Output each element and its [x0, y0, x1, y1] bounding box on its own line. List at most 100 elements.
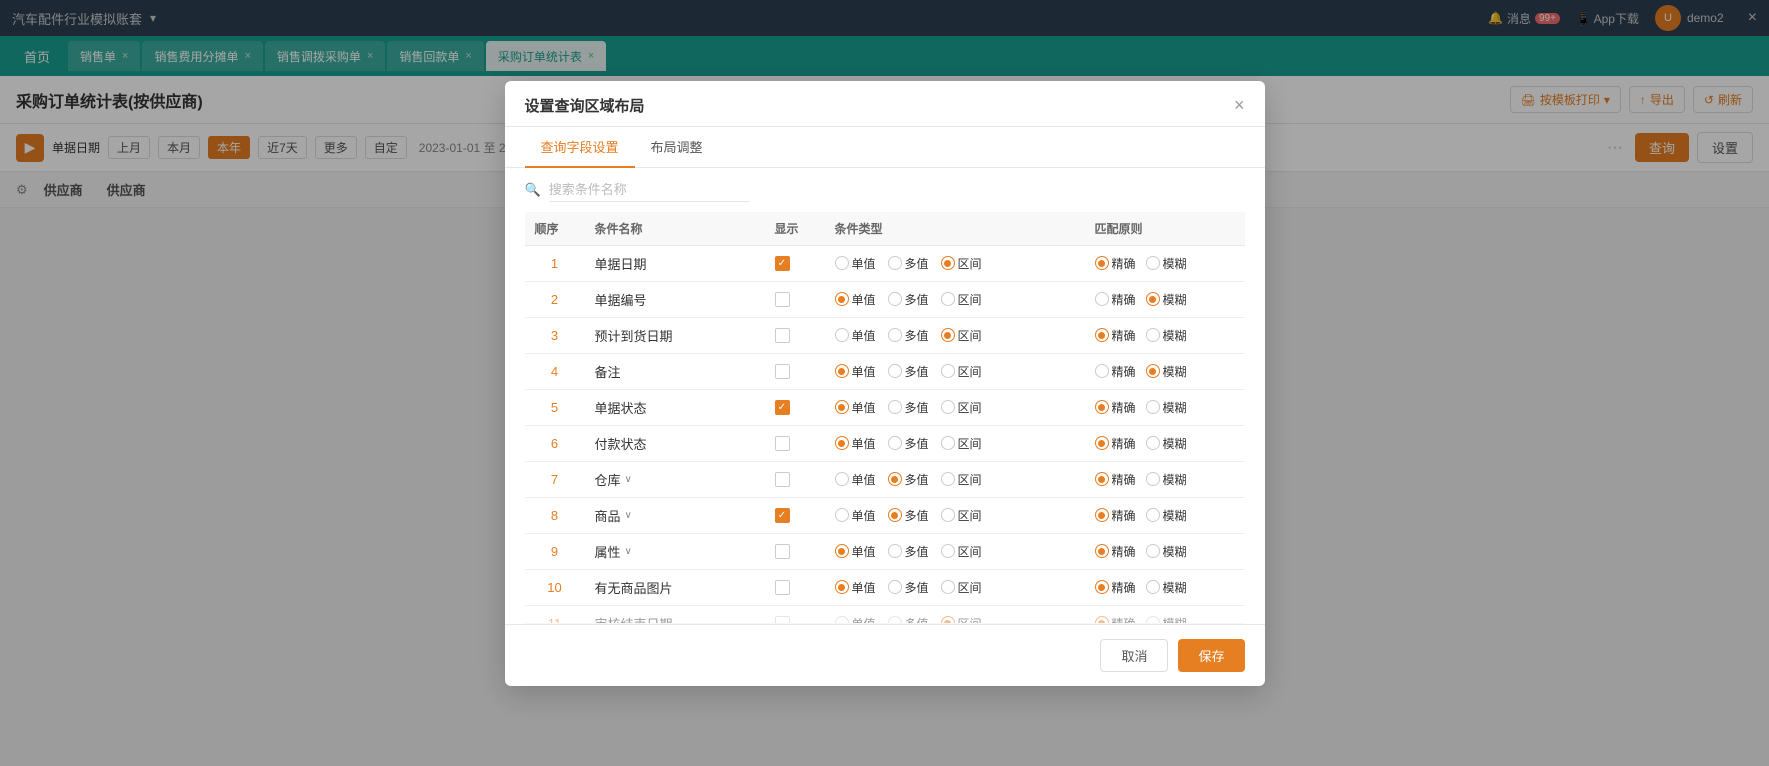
radio-single[interactable]: 单值	[835, 363, 876, 380]
radio-single[interactable]: 单值	[835, 615, 876, 624]
table-row: 2 单据编号 单值 多值	[525, 282, 1245, 318]
radio-single[interactable]: 单值	[835, 507, 876, 524]
radio-multi[interactable]: 多值	[888, 255, 929, 272]
show-checkbox[interactable]	[775, 616, 790, 624]
match-fuzzy[interactable]: 模糊	[1146, 291, 1187, 308]
radio-dot	[835, 364, 849, 378]
radio-single[interactable]: 单值	[835, 579, 876, 596]
radio-single[interactable]: 单值	[835, 399, 876, 416]
show-checkbox[interactable]	[775, 508, 790, 523]
match-precise[interactable]: 精确	[1095, 255, 1136, 272]
row-show[interactable]	[765, 284, 825, 315]
radio-multi[interactable]: 多值	[888, 363, 929, 380]
row-order: 1	[525, 248, 585, 279]
radio-dot	[1095, 292, 1109, 306]
search-input[interactable]	[549, 178, 749, 202]
match-precise[interactable]: 精确	[1095, 543, 1136, 560]
match-precise[interactable]: 精确	[1095, 579, 1136, 596]
radio-multi[interactable]: 多值	[888, 435, 929, 452]
row-show[interactable]	[765, 572, 825, 603]
radio-dot	[835, 328, 849, 342]
match-fuzzy[interactable]: 模糊	[1146, 435, 1187, 452]
radio-dot	[888, 292, 902, 306]
row-show[interactable]	[765, 320, 825, 351]
radio-range[interactable]: 区间	[941, 615, 982, 624]
radio-single[interactable]: 单值	[835, 471, 876, 488]
match-fuzzy[interactable]: 模糊	[1146, 543, 1187, 560]
table-row: 5 单据状态 单值 多值	[525, 390, 1245, 426]
row-show[interactable]	[765, 608, 825, 624]
tab-query-fields[interactable]: 查询字段设置	[525, 127, 635, 168]
dialog-close-button[interactable]: ×	[1234, 96, 1245, 114]
radio-single[interactable]: 单值	[835, 291, 876, 308]
radio-range[interactable]: 区间	[941, 291, 982, 308]
radio-multi[interactable]: 多值	[888, 327, 929, 344]
radio-multi[interactable]: 多值	[888, 399, 929, 416]
radio-dot	[941, 436, 955, 450]
radio-range[interactable]: 区间	[941, 399, 982, 416]
radio-range[interactable]: 区间	[941, 543, 982, 560]
col-type: 条件类型	[825, 212, 1085, 245]
radio-range[interactable]: 区间	[941, 435, 982, 452]
show-checkbox[interactable]	[775, 364, 790, 379]
radio-multi[interactable]: 多值	[888, 579, 929, 596]
row-show[interactable]	[765, 248, 825, 279]
match-fuzzy[interactable]: 模糊	[1146, 471, 1187, 488]
match-fuzzy[interactable]: 模糊	[1146, 615, 1187, 624]
match-fuzzy[interactable]: 模糊	[1146, 363, 1187, 380]
condition-type-group: 单值 多值 区间	[835, 579, 982, 596]
show-checkbox[interactable]	[775, 256, 790, 271]
match-precise[interactable]: 精确	[1095, 435, 1136, 452]
show-checkbox[interactable]	[775, 436, 790, 451]
row-show[interactable]	[765, 428, 825, 459]
match-precise[interactable]: 精确	[1095, 507, 1136, 524]
match-fuzzy[interactable]: 模糊	[1146, 507, 1187, 524]
match-precise[interactable]: 精确	[1095, 615, 1136, 624]
radio-range[interactable]: 区间	[941, 363, 982, 380]
row-show[interactable]	[765, 464, 825, 495]
tab-layout-adjust[interactable]: 布局调整	[635, 127, 719, 168]
radio-multi[interactable]: 多值	[888, 507, 929, 524]
show-checkbox[interactable]	[775, 544, 790, 559]
show-checkbox[interactable]	[775, 400, 790, 415]
cancel-button[interactable]: 取消	[1100, 639, 1168, 672]
show-checkbox[interactable]	[775, 328, 790, 343]
radio-range[interactable]: 区间	[941, 471, 982, 488]
row-show[interactable]	[765, 500, 825, 531]
row-name: 属性 ∨	[585, 534, 765, 569]
radio-range[interactable]: 区间	[941, 507, 982, 524]
radio-range[interactable]: 区间	[941, 255, 982, 272]
radio-dot	[1095, 436, 1109, 450]
match-fuzzy[interactable]: 模糊	[1146, 579, 1187, 596]
match-fuzzy[interactable]: 模糊	[1146, 399, 1187, 416]
save-button[interactable]: 保存	[1178, 639, 1244, 672]
radio-dot	[941, 328, 955, 342]
show-checkbox[interactable]	[775, 292, 790, 307]
radio-range[interactable]: 区间	[941, 327, 982, 344]
row-type: 单值 多值 区间	[825, 463, 1085, 496]
radio-single[interactable]: 单值	[835, 543, 876, 560]
row-show[interactable]	[765, 356, 825, 387]
match-precise[interactable]: 精确	[1095, 327, 1136, 344]
match-fuzzy[interactable]: 模糊	[1146, 327, 1187, 344]
condition-type-group: 单值 多值 区间	[835, 399, 982, 416]
radio-multi[interactable]: 多值	[888, 543, 929, 560]
radio-multi[interactable]: 多值	[888, 615, 929, 624]
radio-multi[interactable]: 多值	[888, 291, 929, 308]
row-show[interactable]	[765, 392, 825, 423]
match-precise[interactable]: 精确	[1095, 363, 1136, 380]
radio-multi[interactable]: 多值	[888, 471, 929, 488]
match-precise[interactable]: 精确	[1095, 399, 1136, 416]
row-show[interactable]	[765, 536, 825, 567]
match-precise[interactable]: 精确	[1095, 291, 1136, 308]
match-fuzzy[interactable]: 模糊	[1146, 255, 1187, 272]
radio-single[interactable]: 单值	[835, 435, 876, 452]
radio-dot	[1146, 328, 1160, 342]
show-checkbox[interactable]	[775, 580, 790, 595]
show-checkbox[interactable]	[775, 472, 790, 487]
row-type: 单值 多值 区间	[825, 247, 1085, 280]
match-precise[interactable]: 精确	[1095, 471, 1136, 488]
radio-single[interactable]: 单值	[835, 327, 876, 344]
radio-single[interactable]: 单值	[835, 255, 876, 272]
radio-range[interactable]: 区间	[941, 579, 982, 596]
